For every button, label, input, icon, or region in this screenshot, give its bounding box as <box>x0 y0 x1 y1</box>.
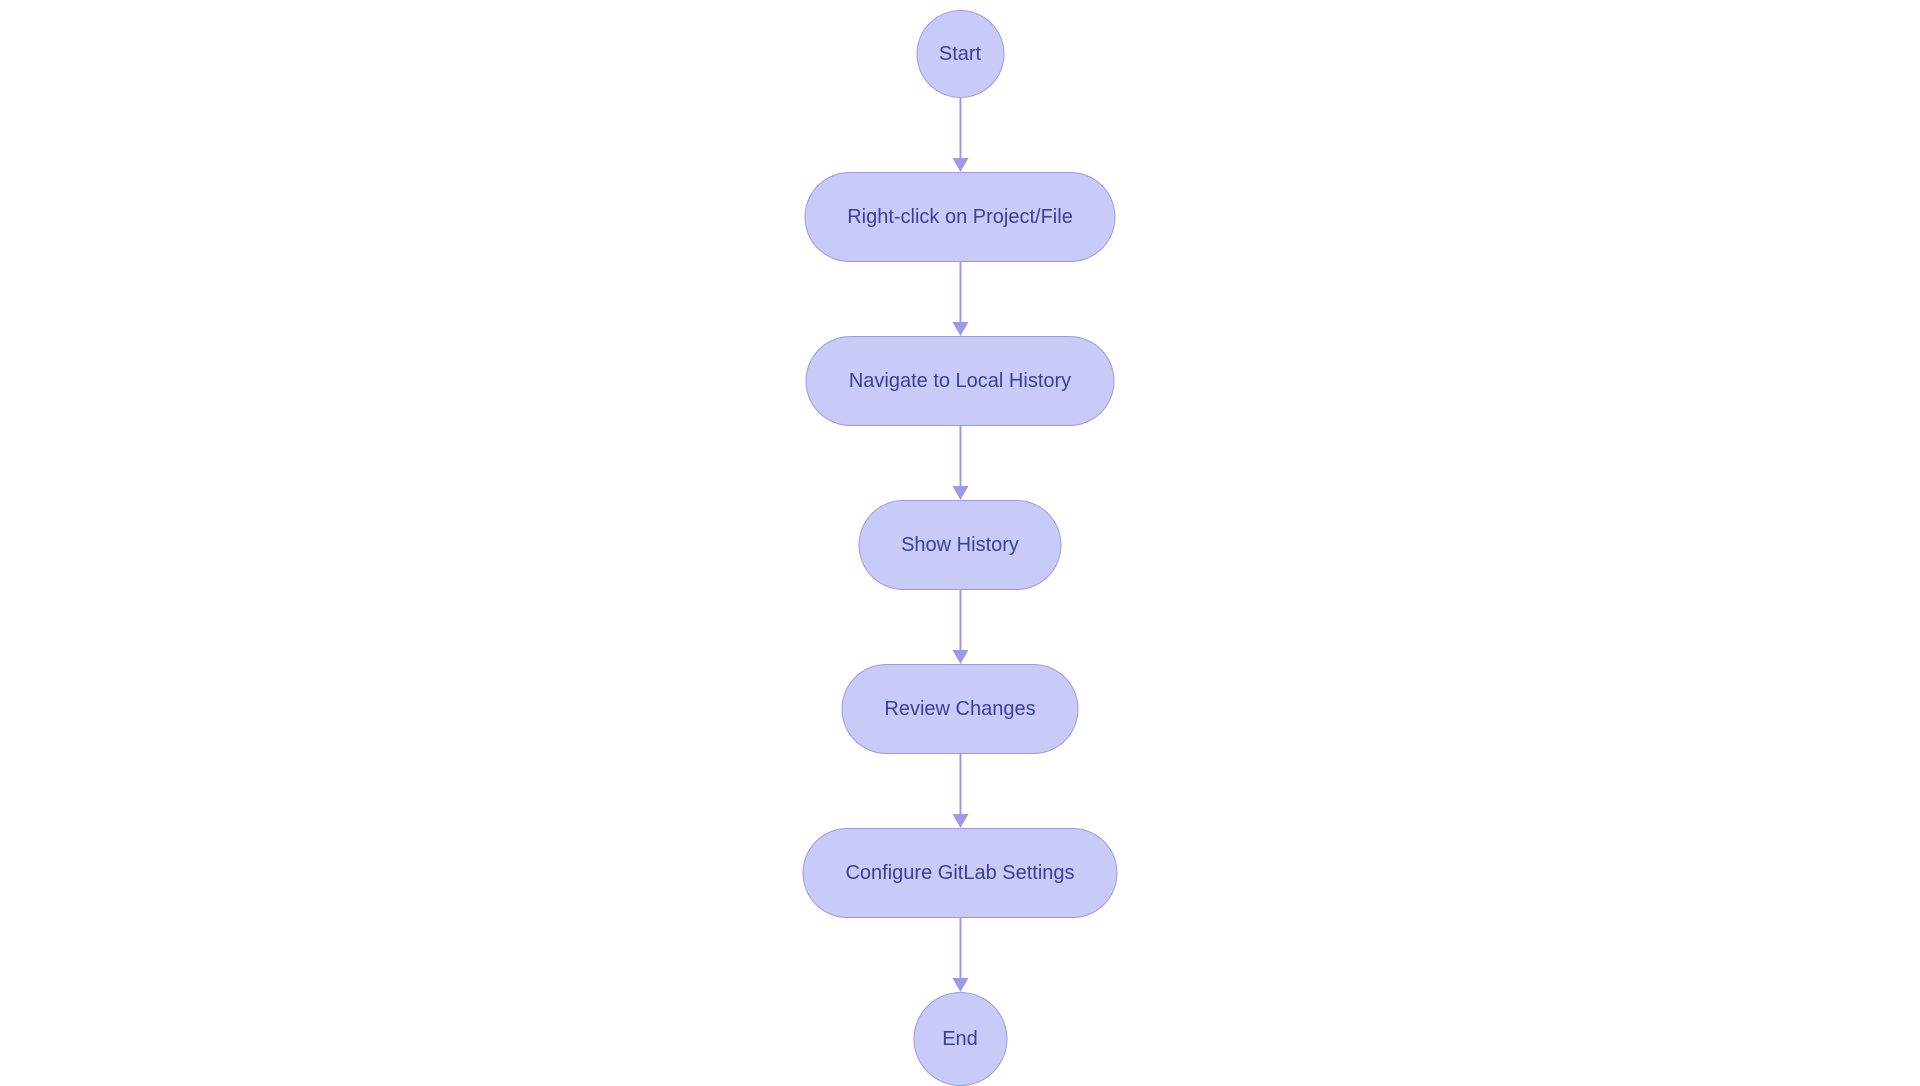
node-end-label: End <box>942 1028 978 1051</box>
node-rightclick: Right-click on Project/File <box>804 172 1116 262</box>
arrow-icon <box>952 918 968 992</box>
flowchart-container: Start Right-click on Project/File Naviga… <box>802 10 1117 1086</box>
arrow-icon <box>952 590 968 664</box>
node-navigate-label: Navigate to Local History <box>849 370 1071 393</box>
node-show: Show History <box>858 500 1062 590</box>
arrow-line-icon <box>959 262 961 322</box>
arrow-icon <box>952 754 968 828</box>
arrow-head-icon <box>952 158 968 172</box>
arrow-line-icon <box>959 918 961 978</box>
node-start-label: Start <box>939 43 981 66</box>
node-navigate: Navigate to Local History <box>806 336 1114 426</box>
arrow-line-icon <box>959 98 961 158</box>
node-review-label: Review Changes <box>884 698 1035 721</box>
node-show-label: Show History <box>901 534 1019 557</box>
arrow-line-icon <box>959 426 961 486</box>
arrow-icon <box>952 98 968 172</box>
arrow-line-icon <box>959 754 961 814</box>
arrow-head-icon <box>952 978 968 992</box>
arrow-icon <box>952 426 968 500</box>
arrow-line-icon <box>959 590 961 650</box>
node-review: Review Changes <box>841 664 1078 754</box>
arrow-head-icon <box>952 322 968 336</box>
arrow-head-icon <box>952 650 968 664</box>
node-configure: Configure GitLab Settings <box>802 828 1117 918</box>
node-configure-label: Configure GitLab Settings <box>845 862 1074 885</box>
node-start: Start <box>916 10 1004 98</box>
node-end: End <box>913 992 1007 1086</box>
arrow-head-icon <box>952 814 968 828</box>
node-rightclick-label: Right-click on Project/File <box>847 206 1073 229</box>
arrow-icon <box>952 262 968 336</box>
arrow-head-icon <box>952 486 968 500</box>
